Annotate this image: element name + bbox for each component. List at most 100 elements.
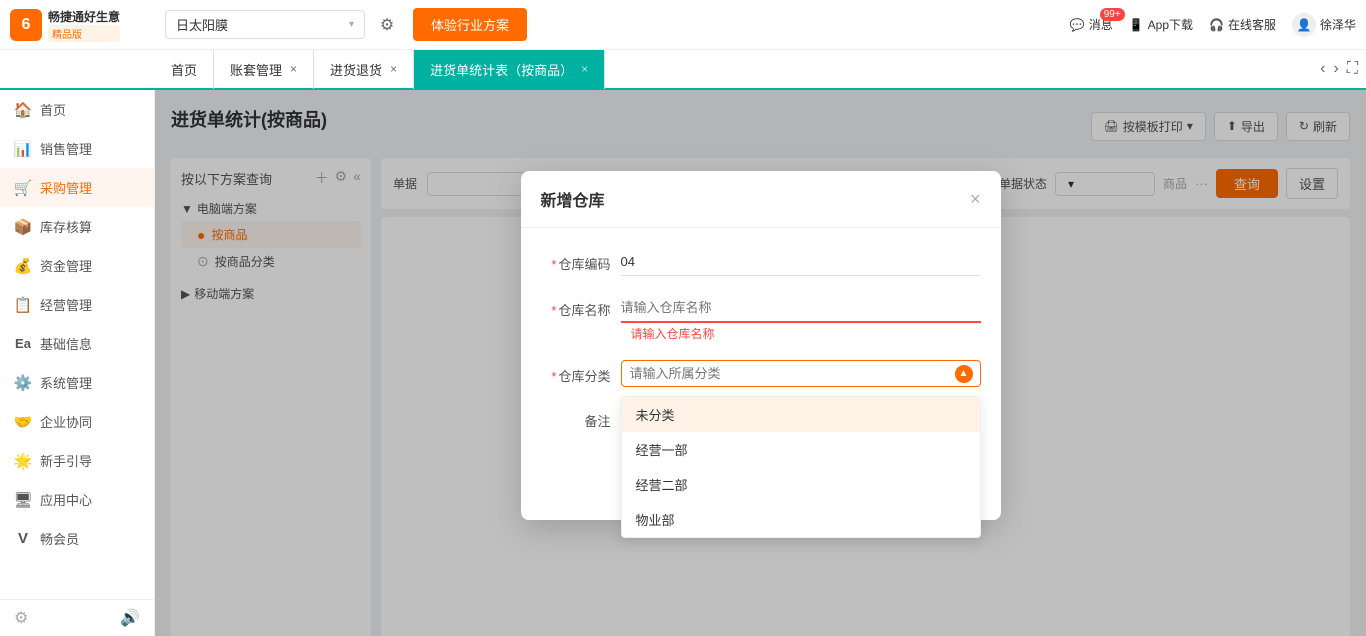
dropdown-item-2[interactable]: 经营二部	[622, 467, 980, 502]
sidebar-item-finance-label: 资金管理	[40, 256, 92, 275]
sidebar-item-basic-info-label: 基础信息	[40, 334, 92, 353]
add-warehouse-modal: 新增仓库 × *仓库编码 *仓库名称	[521, 171, 1001, 520]
tab-accounts-close[interactable]: ×	[290, 62, 297, 76]
tab-accounts-label: 账套管理	[230, 60, 282, 79]
warehouse-name-input[interactable]	[621, 294, 981, 323]
try-industry-button[interactable]: 体验行业方案	[413, 8, 527, 41]
nav-prev-icon[interactable]: ‹	[1320, 60, 1325, 78]
sidebar-item-appcenter[interactable]: 🖥 应用中心	[0, 480, 154, 519]
message-icon: 💬	[1070, 18, 1085, 32]
purchase-icon: 🛒	[14, 179, 32, 197]
dropdown-item-1[interactable]: 经营一部	[622, 432, 980, 467]
name-input-wrap	[621, 294, 981, 323]
tab-purchase-return[interactable]: 进货退货 ×	[314, 49, 414, 89]
nav-next-icon[interactable]: ›	[1333, 60, 1338, 78]
sidebar-item-home[interactable]: 🏠 首页	[0, 90, 154, 129]
sidebar-item-inventory-label: 库存核算	[40, 217, 92, 236]
tab-purchase-stats[interactable]: 进货单统计表（按商品） ×	[414, 49, 605, 89]
message-badge: 99+	[1100, 8, 1125, 21]
sales-icon: 📊	[14, 140, 32, 158]
appcenter-icon: 🖥	[14, 491, 32, 509]
nav-tabs: 首页 账套管理 × 进货退货 × 进货单统计表（按商品） × ‹ › ⛶	[0, 50, 1366, 90]
category-input[interactable]	[621, 360, 981, 387]
sidebar-item-enterprise-label: 企业协同	[40, 412, 92, 431]
sidebar: 🏠 首页 📊 销售管理 🛒 采购管理 📦 库存核算 💰 资金管理 📋 经营管理 …	[0, 90, 155, 636]
search-dropdown-icon[interactable]: ▾	[349, 19, 354, 30]
warehouse-code-row: *仓库编码	[541, 248, 981, 276]
tab-accounts[interactable]: 账套管理 ×	[214, 49, 314, 89]
enterprise-icon: 🤝	[14, 413, 32, 431]
tab-purchase-stats-label: 进货单统计表（按商品）	[430, 60, 573, 79]
sidebar-item-sales-label: 销售管理	[40, 139, 92, 158]
logo-area: 6 畅捷通好生意 精品版	[10, 8, 165, 42]
phone-icon: 📱	[1129, 18, 1144, 32]
tab-home-label: 首页	[171, 60, 197, 79]
guide-icon: 🌟	[14, 452, 32, 470]
sidebar-item-operations[interactable]: 📋 经营管理	[0, 285, 154, 324]
tab-home[interactable]: 首页	[155, 49, 214, 89]
sidebar-item-guide[interactable]: 🌟 新手引导	[0, 441, 154, 480]
logo-text: 畅捷通好生意 精品版	[48, 8, 120, 42]
user-avatar: 👤	[1292, 13, 1316, 37]
category-input-wrap: ▲ 未分类 经营一部 经营二部 物业部	[621, 360, 981, 387]
sidebar-item-system-label: 系统管理	[40, 373, 92, 392]
home-icon: 🏠	[14, 101, 32, 119]
user-menu-button[interactable]: 👤 徐泽华	[1292, 13, 1356, 37]
basic-info-icon: Ea	[14, 335, 32, 353]
headset-icon: 🎧	[1209, 18, 1224, 32]
sidebar-item-purchase[interactable]: 🛒 采购管理	[0, 168, 154, 207]
sidebar-item-home-label: 首页	[40, 100, 66, 119]
logo-icon: 6	[10, 9, 42, 41]
tab-purchase-stats-close[interactable]: ×	[581, 62, 588, 76]
tab-purchase-return-close[interactable]: ×	[390, 62, 397, 76]
warehouse-code-input[interactable]	[621, 248, 981, 276]
vip-icon: V	[14, 530, 32, 548]
category-dropdown: 未分类 经营一部 经营二部 物业部	[621, 396, 981, 538]
modal-title: 新增仓库	[541, 187, 605, 211]
category-label: *仓库分类	[541, 360, 611, 385]
sidebar-item-system[interactable]: ⚙️ 系统管理	[0, 363, 154, 402]
main-layout: 🏠 首页 📊 销售管理 🛒 采购管理 📦 库存核算 💰 资金管理 📋 经营管理 …	[0, 90, 1366, 636]
name-error-message: 请输入仓库名称	[631, 325, 715, 342]
tab-purchase-return-label: 进货退货	[330, 60, 382, 79]
sidebar-item-inventory[interactable]: 📦 库存核算	[0, 207, 154, 246]
speaker-icon[interactable]: 🔊	[120, 608, 140, 628]
online-service-button[interactable]: 🎧 在线客服	[1209, 16, 1276, 33]
sidebar-item-vip-label: 畅会员	[40, 529, 79, 548]
top-header: 6 畅捷通好生意 精品版 日太阳膜 ▾ ⚙ 体验行业方案 💬 消息 99+ 📱 …	[0, 0, 1366, 50]
sidebar-item-finance[interactable]: 💰 资金管理	[0, 246, 154, 285]
dropdown-item-0[interactable]: 未分类	[622, 397, 980, 432]
name-label: *仓库名称	[541, 294, 611, 319]
nav-expand-icon[interactable]: ⛶	[1347, 60, 1358, 78]
system-icon: ⚙️	[14, 374, 32, 392]
search-value: 日太阳膜	[176, 15, 343, 34]
settings-gear-icon[interactable]: ⚙	[14, 608, 28, 628]
warehouse-name-row: *仓库名称 请输入仓库名称	[541, 294, 981, 342]
sidebar-item-enterprise[interactable]: 🤝 企业协同	[0, 402, 154, 441]
app-download-button[interactable]: 📱 App下载	[1129, 16, 1193, 33]
settings-icon[interactable]: ⚙	[371, 9, 403, 41]
sidebar-bottom: ⚙ 🔊	[0, 599, 154, 636]
search-bar[interactable]: 日太阳膜 ▾	[165, 10, 365, 39]
modal-body: *仓库编码 *仓库名称 请输入仓库名称	[521, 228, 1001, 461]
category-toggle-icon[interactable]: ▲	[955, 365, 973, 383]
name-error-area: 请输入仓库名称	[621, 323, 715, 342]
nav-tab-end: ‹ › ⛶	[1320, 60, 1366, 78]
inventory-icon: 📦	[14, 218, 32, 236]
code-label: *仓库编码	[541, 248, 611, 273]
content-area: 进货单统计(按商品) 🖨 按模板打印 ▾ ⬆ 导出 ↻ 刷新	[155, 90, 1366, 636]
sidebar-item-vip[interactable]: V 畅会员	[0, 519, 154, 558]
sidebar-item-purchase-label: 采购管理	[40, 178, 92, 197]
sidebar-item-sales[interactable]: 📊 销售管理	[0, 129, 154, 168]
sidebar-item-basic-info[interactable]: Ea 基础信息	[0, 324, 154, 363]
modal-close-button[interactable]: ×	[970, 189, 981, 210]
message-button[interactable]: 💬 消息 99+	[1070, 16, 1113, 33]
operations-icon: 📋	[14, 296, 32, 314]
note-label: 备注	[541, 405, 611, 430]
sidebar-item-operations-label: 经营管理	[40, 295, 92, 314]
warehouse-category-row: *仓库分类 ▲ 未分类 经营一部 经营二部 物业部	[541, 360, 981, 387]
dropdown-item-3[interactable]: 物业部	[622, 502, 980, 537]
header-right: 💬 消息 99+ 📱 App下载 🎧 在线客服 👤 徐泽华	[1070, 13, 1356, 37]
finance-icon: 💰	[14, 257, 32, 275]
sidebar-item-appcenter-label: 应用中心	[40, 490, 92, 509]
